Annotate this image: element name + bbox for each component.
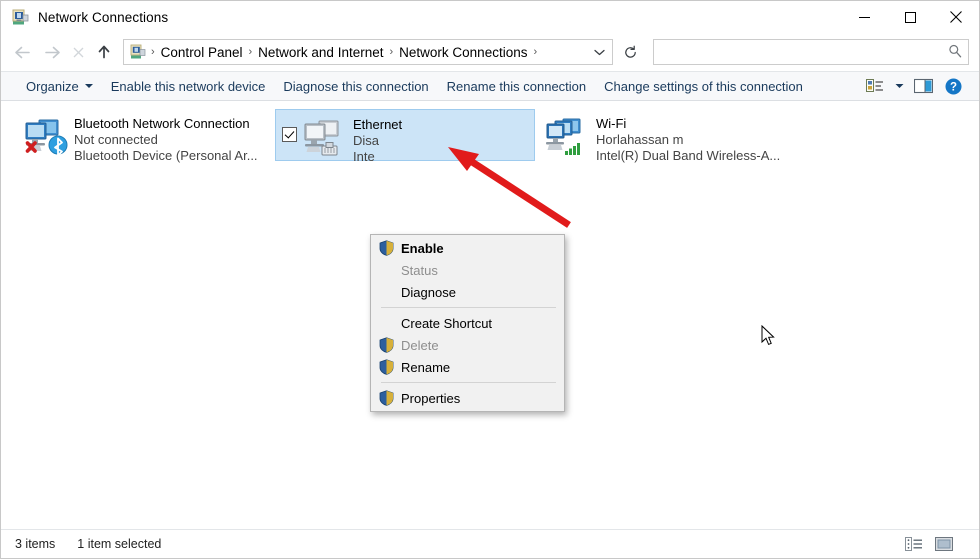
- network-adapter-icon: [300, 116, 348, 160]
- forward-button[interactable]: [37, 37, 67, 67]
- connection-item-wifi[interactable]: Wi-Fi Horlahassan m Intel(R) Dual Band W…: [535, 109, 795, 164]
- recent-locations-button[interactable]: [67, 37, 89, 67]
- chevron-down-icon: [84, 84, 93, 88]
- enable-network-device-button[interactable]: Enable this network device: [102, 75, 275, 98]
- breadcrumb[interactable]: › Control Panel › Network and Internet ›…: [123, 39, 613, 65]
- maximize-button[interactable]: [887, 1, 933, 33]
- details-view-icon[interactable]: [903, 534, 925, 554]
- breadcrumb-separator: ›: [248, 46, 253, 58]
- search-box[interactable]: [653, 39, 969, 65]
- organize-label: Organize: [26, 78, 79, 94]
- change-settings-button[interactable]: Change settings of this connection: [595, 75, 812, 98]
- shield-icon: [379, 359, 394, 375]
- context-menu-label: Rename: [401, 359, 451, 375]
- rename-connection-button[interactable]: Rename this connection: [438, 75, 595, 98]
- context-menu-separator: [381, 307, 556, 308]
- refresh-button[interactable]: [615, 39, 645, 65]
- command-bar: Organize Enable this network device Diag…: [1, 71, 979, 101]
- search-icon: [948, 44, 962, 61]
- connection-item-ethernet[interactable]: Ethernet Disa Inte: [275, 109, 535, 164]
- diagnose-connection-button[interactable]: Diagnose this connection: [274, 75, 437, 98]
- preview-pane-icon[interactable]: [909, 74, 937, 98]
- network-adapter-disconnected-icon: [21, 115, 69, 159]
- connection-tiles: Bluetooth Network Connection Not connect…: [1, 101, 979, 164]
- up-button[interactable]: [89, 37, 119, 67]
- title-bar: Network Connections: [1, 1, 979, 33]
- breadcrumb-separator: ›: [389, 46, 394, 58]
- command-bar-right: ?: [861, 74, 979, 98]
- breadcrumb-separator: ›: [533, 46, 538, 58]
- breadcrumb-item-control-panel[interactable]: Control Panel: [157, 43, 247, 62]
- shield-icon: [379, 337, 394, 353]
- context-menu-label: Status: [401, 262, 438, 278]
- connection-text: Wi-Fi Horlahassan m Intel(R) Dual Band W…: [596, 113, 780, 164]
- connection-status: Disa: [353, 133, 380, 148]
- context-menu-label: Properties: [401, 390, 461, 406]
- context-menu-item-enable[interactable]: Enable: [371, 237, 564, 259]
- context-menu-label: Diagnose: [401, 284, 456, 300]
- context-menu-item-properties[interactable]: Properties: [371, 387, 564, 409]
- back-button[interactable]: [7, 37, 37, 67]
- connection-device: Intel(R) Dual Band Wireless-A...: [596, 148, 781, 163]
- search-input[interactable]: [662, 44, 948, 60]
- context-menu-item-delete: Delete: [371, 334, 564, 356]
- minimize-button[interactable]: [841, 1, 887, 33]
- close-button[interactable]: [933, 1, 979, 33]
- connection-name: Ethernet: [353, 117, 403, 132]
- context-menu[interactable]: Enable Status Diagnose Create Shortcut D…: [370, 234, 565, 412]
- connection-item-bluetooth[interactable]: Bluetooth Network Connection Not connect…: [15, 109, 275, 164]
- network-adapter-icon: [543, 115, 591, 159]
- connection-name: Bluetooth Network Connection: [74, 116, 250, 131]
- breadcrumb-item-network-connections[interactable]: Network Connections: [395, 43, 531, 62]
- address-bar: › Control Panel › Network and Internet ›…: [1, 33, 979, 71]
- large-icons-view-icon[interactable]: [933, 534, 955, 554]
- connection-name: Wi-Fi: [596, 116, 627, 131]
- status-bar: 3 items 1 item selected: [1, 529, 979, 558]
- view-mode-buttons: [903, 534, 969, 554]
- connection-status: Not connected: [74, 132, 158, 147]
- context-menu-label: Enable: [401, 240, 444, 256]
- context-menu-separator: [381, 382, 556, 383]
- context-menu-item-rename[interactable]: Rename: [371, 356, 564, 378]
- context-menu-item-status: Status: [371, 259, 564, 281]
- context-menu-item-create-shortcut[interactable]: Create Shortcut: [371, 312, 564, 334]
- shield-icon: [379, 240, 394, 256]
- control-panel-icon: [130, 44, 146, 60]
- breadcrumb-item-network-and-internet[interactable]: Network and Internet: [254, 43, 387, 62]
- network-connections-icon: [12, 9, 29, 26]
- context-menu-item-diagnose[interactable]: Diagnose: [371, 281, 564, 303]
- chevron-down-icon[interactable]: [586, 40, 612, 64]
- connections-list[interactable]: Bluetooth Network Connection Not connect…: [1, 101, 979, 529]
- explorer-window: Network Connections › Control Panel › Ne…: [0, 0, 980, 559]
- view-options-dropdown-icon[interactable]: [891, 74, 907, 98]
- help-icon[interactable]: ?: [939, 74, 967, 98]
- connection-device: Inte: [353, 149, 375, 164]
- context-menu-label: Delete: [401, 337, 439, 353]
- connection-text: Bluetooth Network Connection Not connect…: [74, 113, 258, 164]
- organize-button[interactable]: Organize: [17, 75, 102, 98]
- connection-checkbox[interactable]: [282, 127, 297, 142]
- item-count-label: 3 items: [15, 537, 56, 551]
- breadcrumb-separator: ›: [151, 46, 155, 58]
- shield-icon: [379, 390, 394, 406]
- window-controls: [841, 1, 979, 33]
- connection-text: Ethernet Disa Inte: [353, 114, 402, 165]
- view-options-icon[interactable]: [861, 74, 889, 98]
- svg-text:?: ?: [949, 81, 956, 93]
- window-title: Network Connections: [38, 9, 169, 25]
- context-menu-label: Create Shortcut: [401, 315, 493, 331]
- selection-count-label: 1 item selected: [77, 537, 162, 551]
- connection-status: Horlahassan m: [596, 132, 684, 147]
- connection-device: Bluetooth Device (Personal Ar...: [74, 148, 258, 163]
